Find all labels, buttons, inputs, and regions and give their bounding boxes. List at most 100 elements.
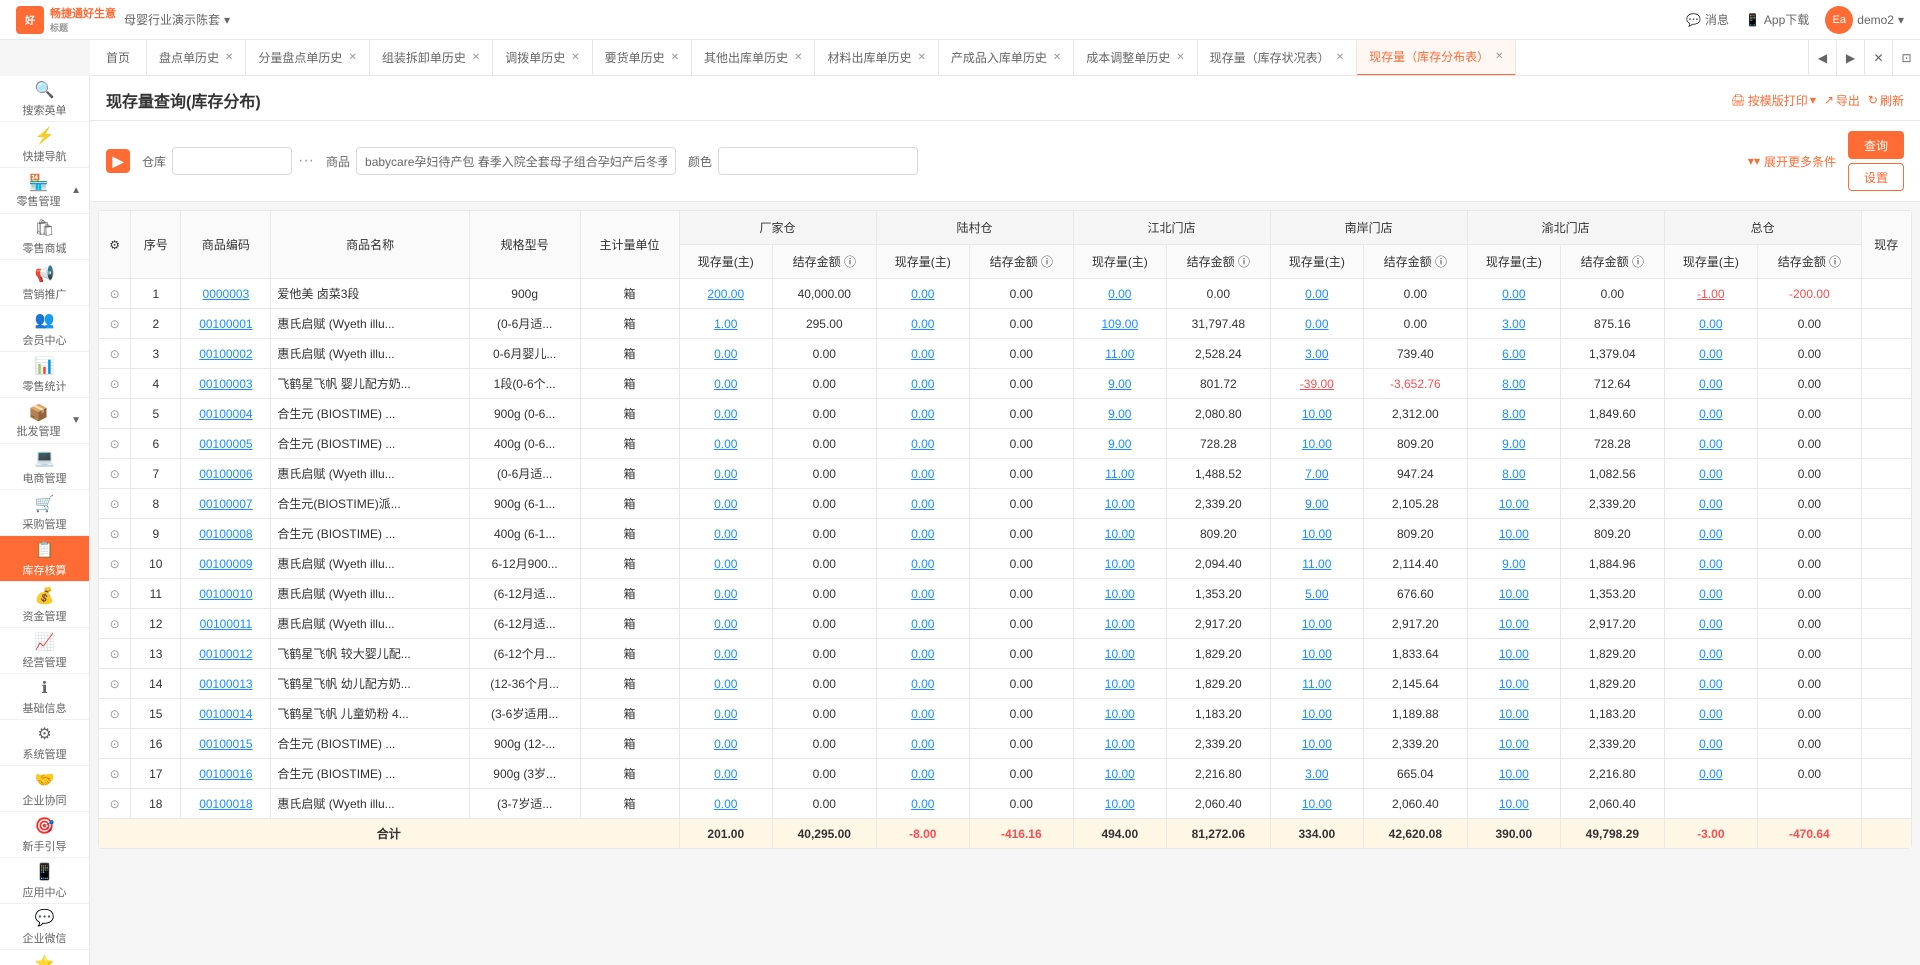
tab-cost-adjust[interactable]: 成本调整单历史 ✕ [1074,40,1197,76]
row-gear[interactable]: ⊙ [99,639,131,669]
row-gear[interactable]: ⊙ [99,669,131,699]
sidebar-item-vip[interactable]: ⭐ 畅会员 [0,950,89,965]
close-icon[interactable]: ✕ [348,52,356,63]
row-gear[interactable]: ⊙ [99,369,131,399]
row-name: 合生元 (BIOSTIME) ... [271,429,469,459]
row-factory-qty: 0.00 [679,729,773,759]
row-gear[interactable]: ⊙ [99,609,131,639]
expand-more-btn[interactable]: ▾▾ 展开更多条件 [1748,153,1836,170]
tab-next-btn[interactable]: ▶ [1836,40,1864,76]
row-gear[interactable]: ⊙ [99,339,131,369]
close-icon[interactable]: ✕ [1495,51,1503,62]
row-factory-qty: 1.00 [679,309,773,339]
row-total-qty: 0.00 [1664,549,1758,579]
close-icon[interactable]: ✕ [1336,52,1344,63]
row-gear[interactable]: ⊙ [99,759,131,789]
row-gear[interactable]: ⊙ [99,399,131,429]
sidebar-item-basic-info[interactable]: ℹ 基础信息 [0,674,89,720]
tab-transfer[interactable]: 调拨单历史 ✕ [493,40,592,76]
tab-split-inventory[interactable]: 分量盘点单历史 ✕ [246,40,369,76]
query-button[interactable]: 查询 [1848,131,1904,159]
close-icon[interactable]: ✕ [671,52,679,63]
sidebar-item-wechat[interactable]: 💬 企业微信 [0,904,89,950]
sidebar-item-marketing[interactable]: 📢 营销推广 [0,260,89,306]
sidebar-item-purchase[interactable]: 🛒 采购管理 [0,490,89,536]
sidebar-item-cooperation[interactable]: 🤝 企业协同 [0,766,89,812]
close-icon[interactable]: ✕ [472,52,480,63]
close-icon[interactable]: ✕ [225,52,233,63]
sidebar-item-system[interactable]: ⚙ 系统管理 [0,720,89,766]
row-yubei-qty: 10.00 [1467,699,1561,729]
tab-assembly[interactable]: 组装拆卸单历史 ✕ [370,40,493,76]
color-input[interactable] [718,147,918,175]
refresh-btn[interactable]: ↻ 刷新 [1868,92,1904,109]
close-icon[interactable]: ✕ [571,52,579,63]
row-gear[interactable]: ⊙ [99,519,131,549]
tab-expand-btn[interactable]: ⊡ [1892,40,1920,76]
close-icon[interactable]: ✕ [917,52,925,63]
sidebar-item-search[interactable]: 🔍 搜索英单 [0,76,89,122]
tab-stock-distribution[interactable]: 现存量（库存分布表） ✕ [1357,40,1516,76]
gear-icon[interactable]: ⚙ [109,238,120,252]
row-nan-qty: 7.00 [1270,459,1364,489]
row-gear[interactable]: ⊙ [99,729,131,759]
row-unit: 箱 [580,639,679,669]
sidebar-item-business[interactable]: 📈 经营管理 [0,628,89,674]
row-total-amt: 0.00 [1758,369,1861,399]
sidebar-item-members[interactable]: 👥 会员中心 [0,306,89,352]
tab-other-outbound[interactable]: 其他出库单历史 ✕ [692,40,815,76]
row-gear[interactable]: ⊙ [99,489,131,519]
tab-material-outbound[interactable]: 材料出库单历史 ✕ [815,40,938,76]
print-btn[interactable]: 🖨 按模版打印 ▾ [1731,92,1816,109]
row-gear[interactable]: ⊙ [99,699,131,729]
row-jiangbei-amt: 801.72 [1167,369,1270,399]
col-nan-qty: 现存量(主) [1270,245,1364,279]
nav-demo-selector[interactable]: 母婴行业演示陈套 ▾ [124,11,230,28]
row-yubei-amt: 0.00 [1561,279,1664,309]
sidebar-item-app-center[interactable]: 📱 应用中心 [0,858,89,904]
sidebar-item-ecommerce[interactable]: 💻 电商管理 [0,444,89,490]
sidebar-item-retail-mall[interactable]: 🛍 零售商城 [0,214,89,260]
tab-requisition[interactable]: 要货单历史 ✕ [593,40,692,76]
row-gear[interactable]: ⊙ [99,309,131,339]
tab-inventory-check[interactable]: 盘点单历史 ✕ [147,40,246,76]
row-jiangbei-amt: 809.20 [1167,519,1270,549]
row-total-qty: 0.00 [1664,729,1758,759]
message-btn[interactable]: 💬 消息 [1686,11,1729,28]
tab-product-inbound[interactable]: 产成品入库单历史 ✕ [939,40,1074,76]
sidebar-item-wholesale[interactable]: 📦 批发管理 ▼ [0,398,89,444]
marketing-icon: 📢 [35,264,55,284]
col-gear[interactable]: ⚙ [99,211,131,279]
warehouse-dots-btn[interactable]: ··· [298,152,314,170]
row-gear[interactable]: ⊙ [99,579,131,609]
row-gear[interactable]: ⊙ [99,279,131,309]
tab-home[interactable]: 首页 [90,40,147,76]
warehouse-label: 仓库 [142,153,166,170]
row-gear[interactable]: ⊙ [99,789,131,819]
row-name: 惠氏启赋 (Wyeth illu... [271,789,469,819]
close-icon[interactable]: ✕ [1053,52,1061,63]
row-gear[interactable]: ⊙ [99,549,131,579]
info-icon: ℹ [41,678,47,698]
sidebar-item-inventory[interactable]: 📋 库存核算 [0,536,89,582]
close-icon[interactable]: ✕ [794,52,802,63]
sidebar-item-quick-nav[interactable]: ⚡ 快捷导航 [0,122,89,168]
warehouse-input[interactable] [172,147,292,175]
sidebar-item-retail[interactable]: 🏪 零售管理 ▲ [0,168,89,214]
user-area[interactable]: Ea demo2 ▾ [1825,6,1904,34]
tab-close-all-btn[interactable]: ✕ [1864,40,1892,76]
setting-button[interactable]: 设置 [1848,163,1904,191]
sidebar-item-finance[interactable]: 💰 资金管理 [0,582,89,628]
close-icon[interactable]: ✕ [1176,52,1184,63]
row-gear[interactable]: ⊙ [99,459,131,489]
row-gear[interactable]: ⊙ [99,429,131,459]
expand-collapse-btn[interactable]: ▶ [106,149,130,173]
tab-prev-btn[interactable]: ◀ [1808,40,1836,76]
app-download-btn[interactable]: 📱 App下载 [1745,11,1809,28]
product-input[interactable] [356,147,676,175]
sidebar-item-retail-stats[interactable]: 📊 零售统计 [0,352,89,398]
export-btn[interactable]: ↗ 导出 [1824,92,1860,109]
sidebar-item-guide[interactable]: 🎯 新手引导 [0,812,89,858]
logo-icon: 好 [16,6,44,34]
tab-stock-status[interactable]: 现存量（库存状况表） ✕ [1198,40,1357,76]
